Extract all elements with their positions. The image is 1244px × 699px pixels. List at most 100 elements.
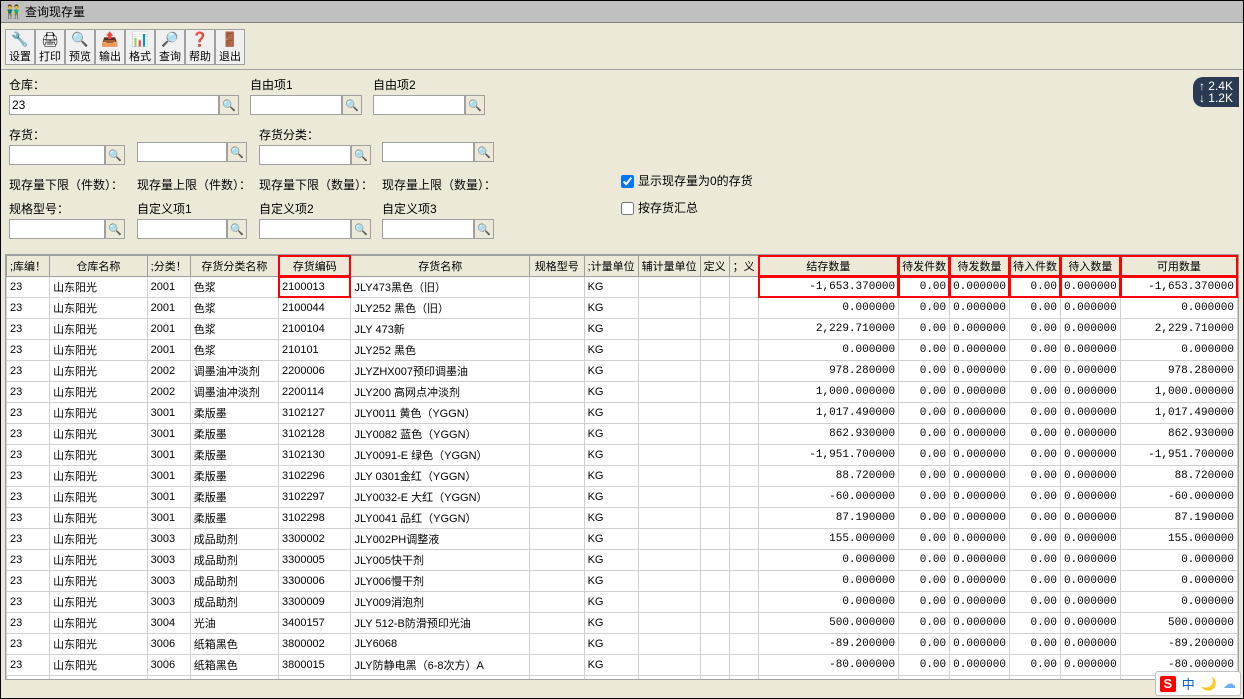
cell-in_qty: 0.000000 xyxy=(1060,361,1120,382)
custom3-input[interactable] xyxy=(382,219,474,239)
stock-cat-input2[interactable] xyxy=(382,142,474,162)
table-row[interactable]: 23山东阳光3001柔版墨3102297JLY0032-E 大红（YGGN）KG… xyxy=(7,487,1238,508)
table-row[interactable]: 23山东阳光2001色浆2100104JLY 473新KG2,229.71000… xyxy=(7,319,1238,340)
free1-lookup-button[interactable]: 🔍 xyxy=(342,95,362,115)
cell-in_pcs: 0.00 xyxy=(1009,445,1060,466)
col-in_qty[interactable]: 待入数量 xyxy=(1060,256,1120,277)
col-send_pcs[interactable]: 待发件数 xyxy=(899,256,950,277)
table-row[interactable]: 23山东阳光3001柔版墨3102128JLY0082 蓝色（YGGN）KG86… xyxy=(7,424,1238,445)
cell-in_pcs: 0.00 xyxy=(1009,634,1060,655)
stock-cat-lookup2-button[interactable]: 🔍 xyxy=(474,142,494,162)
warehouse-input[interactable] xyxy=(9,95,219,115)
custom2-input[interactable] xyxy=(259,219,351,239)
custom2-lookup-button[interactable]: 🔍 xyxy=(351,219,371,239)
table-row[interactable]: 23山东阳光2001色浆2100044JLY252 黑色（旧）KG0.00000… xyxy=(7,298,1238,319)
cell-send_pcs: 0.00 xyxy=(899,508,950,529)
cell-unit: KG xyxy=(584,319,638,340)
table-row[interactable]: 23山东阳光2002调墨油冲淡剂2200006JLYZHX007预印调墨油KG9… xyxy=(7,361,1238,382)
by-stock-checkbox-label[interactable]: 按存货汇总 xyxy=(621,199,753,216)
table-row[interactable]: 23山东阳光3001柔版墨3102127JLY0011 黄色（YGGN）KG1,… xyxy=(7,403,1238,424)
custom1-lookup-button[interactable]: 🔍 xyxy=(227,219,247,239)
col-spec[interactable]: 规格型号 xyxy=(530,256,585,277)
exit-button[interactable]: 🚪退出 xyxy=(215,29,245,65)
settings-button[interactable]: 🔧设置 xyxy=(5,29,35,65)
cell-send_pcs: 0.00 xyxy=(899,634,950,655)
cell-in_pcs: 0.00 xyxy=(1009,655,1060,676)
table-row[interactable]: 23山东阳光3006纸箱黑色3800016JLY防静电黑（6-8次方）BKg-1… xyxy=(7,676,1238,681)
col-aux_unit[interactable]: 辅计量单位 xyxy=(638,256,700,277)
cell-in_qty: 0.000000 xyxy=(1060,508,1120,529)
titlebar: 👬 查询现存量 xyxy=(1,1,1243,23)
cell-send_qty: 0.000000 xyxy=(950,655,1010,676)
free2-lookup-button[interactable]: 🔍 xyxy=(465,95,485,115)
cell-inv_code: 3102128 xyxy=(278,424,351,445)
col-in_pcs[interactable]: 待入件数 xyxy=(1009,256,1060,277)
query-button[interactable]: 🔎查询 xyxy=(155,29,185,65)
stock-input[interactable] xyxy=(9,145,105,165)
preview-button[interactable]: 🔍预览 xyxy=(65,29,95,65)
spec-input[interactable] xyxy=(9,219,105,239)
cell-stock_qty: 2,229.710000 xyxy=(758,319,898,340)
cell-d1 xyxy=(700,340,729,361)
col-stock_qty[interactable]: 结存数量 xyxy=(758,256,898,277)
print-button[interactable]: 🖨打印 xyxy=(35,29,65,65)
cell-inv_name: JLY 0301金红（YGGN） xyxy=(351,466,530,487)
col-inv_code[interactable]: 存货编码 xyxy=(278,256,351,277)
table-row[interactable]: 23山东阳光3006纸箱黑色3800015JLY防静电黑（6-8次方）AKG-8… xyxy=(7,655,1238,676)
by-stock-checkbox[interactable] xyxy=(621,202,634,215)
table-row[interactable]: 23山东阳光3003成品助剂3300006JLY006慢干剂KG0.000000… xyxy=(7,571,1238,592)
table-row[interactable]: 23山东阳光3003成品助剂3300005JLY005快干剂KG0.000000… xyxy=(7,550,1238,571)
cell-stock_qty: 862.930000 xyxy=(758,424,898,445)
table-row[interactable]: 23山东阳光2001色浆2100013JLY473黑色（旧）KG-1,653.3… xyxy=(7,277,1238,298)
table-row[interactable]: 23山东阳光3003成品助剂3300009JLY009消泡剂KG0.000000… xyxy=(7,592,1238,613)
table-row[interactable]: 23山东阳光2002调墨油冲淡剂2200114JLY200 高网点冲淡剂KG1,… xyxy=(7,382,1238,403)
help-button[interactable]: ❓帮助 xyxy=(185,29,215,65)
col-wh_code[interactable]: ;库编！ xyxy=(7,256,50,277)
table-row[interactable]: 23山东阳光3001柔版墨3102298JLY0041 品红（YGGN）KG87… xyxy=(7,508,1238,529)
export-button[interactable]: 📤输出 xyxy=(95,29,125,65)
cell-inv_code: 2200006 xyxy=(278,361,351,382)
cell-spec xyxy=(530,361,585,382)
stock-input2[interactable] xyxy=(137,142,227,162)
stock-lookup-button[interactable]: 🔍 xyxy=(105,145,125,165)
format-button[interactable]: 📊格式 xyxy=(125,29,155,65)
data-table-wrap[interactable]: ;库编！仓库名称;分类！存货分类名称存货编码存货名称规格型号;计量单位辅计量单位… xyxy=(5,254,1239,680)
ime-cloud-icon[interactable]: ☁ xyxy=(1223,676,1236,692)
query-button-label: 查询 xyxy=(159,48,181,64)
custom1-input[interactable] xyxy=(137,219,227,239)
warehouse-lookup-button[interactable]: 🔍 xyxy=(219,95,239,115)
table-row[interactable]: 23山东阳光3006纸箱黑色3800002JLY6068KG-89.200000… xyxy=(7,634,1238,655)
format-button-icon: 📊 xyxy=(131,30,148,48)
stock-cat-lookup-button[interactable]: 🔍 xyxy=(351,145,371,165)
table-row[interactable]: 23山东阳光3001柔版墨3102296JLY 0301金红（YGGN）KG88… xyxy=(7,466,1238,487)
table-row[interactable]: 23山东阳光3004光油3400157JLY 512-B防滑预印光油KG500.… xyxy=(7,613,1238,634)
stock-lookup2-button[interactable]: 🔍 xyxy=(227,142,247,162)
col-cat_name[interactable]: 存货分类名称 xyxy=(190,256,278,277)
col-d1[interactable]: 定义 xyxy=(700,256,729,277)
cell-inv_name: JLY0041 品红（YGGN） xyxy=(351,508,530,529)
col-d2[interactable]: ；义 xyxy=(729,256,758,277)
show-zero-checkbox-label[interactable]: 显示现存量为0的存货 xyxy=(621,172,753,189)
ime-bar[interactable]: S 中 🌙 ☁ xyxy=(1155,671,1241,696)
free2-input[interactable] xyxy=(373,95,465,115)
ime-zhong-icon[interactable]: 中 xyxy=(1182,674,1195,693)
table-row[interactable]: 23山东阳光2001色浆210101JLY252 黑色KG0.0000000.0… xyxy=(7,340,1238,361)
col-send_qty[interactable]: 待发数量 xyxy=(950,256,1010,277)
col-wh_name[interactable]: 仓库名称 xyxy=(50,256,148,277)
ime-moon-icon[interactable]: 🌙 xyxy=(1201,676,1217,692)
stock-cat-input[interactable] xyxy=(259,145,351,165)
custom3-lookup-button[interactable]: 🔍 xyxy=(474,219,494,239)
col-cat_code[interactable]: ;分类！ xyxy=(147,256,190,277)
table-row[interactable]: 23山东阳光3001柔版墨3102130JLY0091-E 绿色（YGGN）KG… xyxy=(7,445,1238,466)
help-button-label: 帮助 xyxy=(189,48,211,64)
show-zero-checkbox[interactable] xyxy=(621,175,634,188)
free1-input[interactable] xyxy=(250,95,342,115)
col-inv_name[interactable]: 存货名称 xyxy=(351,256,530,277)
col-unit[interactable]: ;计量单位 xyxy=(584,256,638,277)
cell-aux_unit xyxy=(638,571,700,592)
table-row[interactable]: 23山东阳光3003成品助剂3300002JLY002PH调整液KG155.00… xyxy=(7,529,1238,550)
cell-unit: KG xyxy=(584,445,638,466)
spec-lookup-button[interactable]: 🔍 xyxy=(105,219,125,239)
col-avail_qty[interactable]: 可用数量 xyxy=(1120,256,1237,277)
cell-spec xyxy=(530,382,585,403)
